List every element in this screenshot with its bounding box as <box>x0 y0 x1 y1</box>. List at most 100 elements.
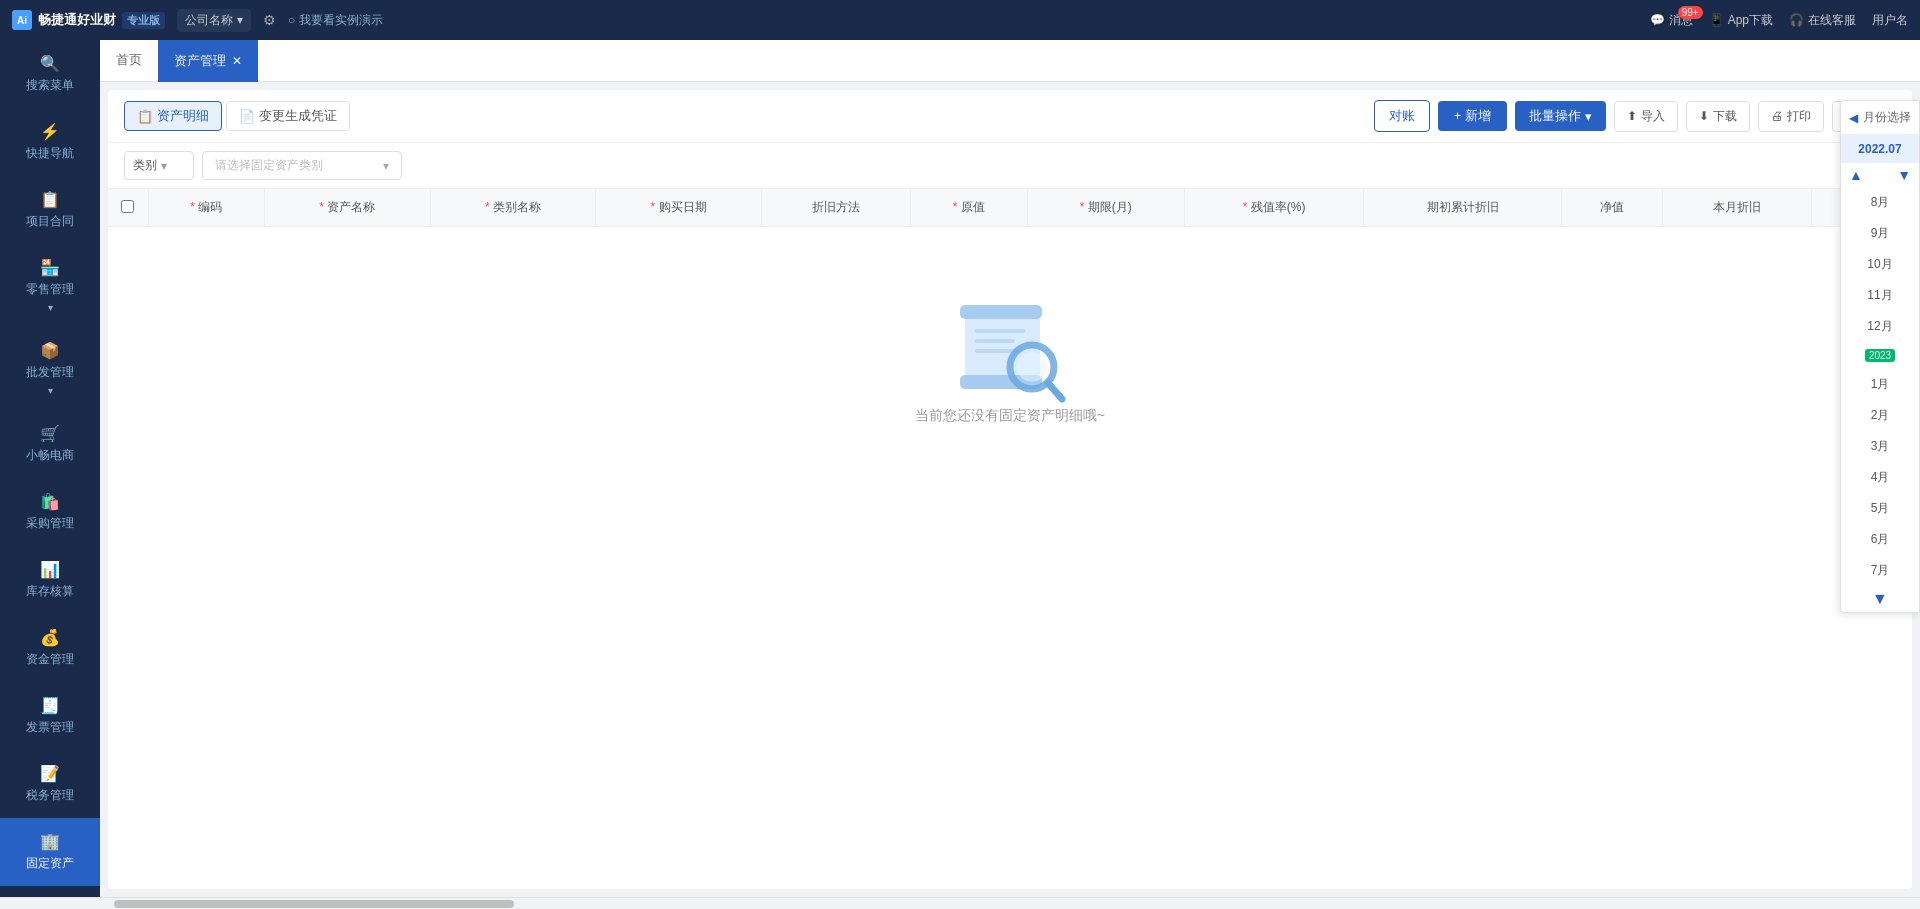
import-icon: ⬆ <box>1627 109 1637 123</box>
page-content: 📋 资产明细 📄 变更生成凭证 对账 + 新增 批量操作 ▾ ⬆ <box>108 90 1912 889</box>
import-button[interactable]: ⬆ 导入 <box>1614 101 1678 132</box>
month-picker-header: ◀ 月份选择 <box>1841 101 1919 135</box>
sidebar-label-quicknav: 快捷导航 <box>26 145 74 162</box>
category-filter[interactable]: 类别 ▾ <box>124 151 194 180</box>
sidebar-item-invoice[interactable]: 🧾 发票管理 <box>0 682 100 750</box>
month-4[interactable]: 4月 <box>1841 462 1919 493</box>
month-current[interactable]: 2022.07 <box>1841 135 1919 163</box>
settings-icon[interactable]: ⚙ <box>263 12 276 28</box>
horizontal-scrollbar[interactable] <box>0 897 1920 909</box>
tab-home[interactable]: 首页 <box>100 40 158 82</box>
scrollbar-thumb[interactable] <box>114 900 514 908</box>
sidebar-item-salary[interactable]: 💵 工资 <box>0 886 100 897</box>
purchase-icon: 🛍️ <box>40 492 60 511</box>
batch-button[interactable]: 批量操作 ▾ <box>1515 101 1606 131</box>
month-9[interactable]: 9月 <box>1841 218 1919 249</box>
finance-icon: 💰 <box>40 628 60 647</box>
sidebar-item-quick-nav[interactable]: ⚡ 快捷导航 <box>0 108 100 176</box>
tab-asset-mgmt[interactable]: 资产管理 ✕ <box>158 40 258 82</box>
month-1[interactable]: 1月 <box>1841 369 1919 400</box>
svg-rect-1 <box>960 305 1042 319</box>
year-badge-2023: 2023 <box>1865 349 1895 362</box>
tab-close-icon[interactable]: ✕ <box>232 54 242 68</box>
month-12[interactable]: 12月 <box>1841 311 1919 342</box>
expand-icon[interactable]: ▼ <box>1872 590 1888 608</box>
fixed-assets-icon: 🏢 <box>40 832 60 851</box>
col-code: * 编码 <box>148 189 265 227</box>
sidebar-item-finance[interactable]: 💰 资金管理 <box>0 614 100 682</box>
filter-placeholder: 请选择固定资产类别 <box>215 157 323 174</box>
sidebar-label-finance: 资金管理 <box>26 651 74 668</box>
sidebar-item-purchase[interactable]: 🛍️ 采购管理 <box>0 478 100 546</box>
month-6[interactable]: 6月 <box>1841 524 1919 555</box>
col-monthly-depreciation: 本月折旧 <box>1662 189 1811 227</box>
category-input[interactable]: 请选择固定资产类别 ▾ <box>202 151 402 180</box>
demo-link[interactable]: ○ 我要看实例演示 <box>288 12 383 29</box>
tab-asset-mgmt-label: 资产管理 <box>174 52 226 70</box>
sub-tabs: 📋 资产明细 📄 变更生成凭证 对账 + 新增 批量操作 ▾ ⬆ <box>108 90 1912 143</box>
headset-icon: 🎧 <box>1789 13 1804 27</box>
sub-tab-asset-detail[interactable]: 📋 资产明细 <box>124 101 222 131</box>
sidebar-label-tax: 税务管理 <box>26 787 74 804</box>
current-month-label: 2022.07 <box>1858 142 1901 156</box>
month-10[interactable]: 10月 <box>1841 249 1919 280</box>
month-year-2023[interactable]: 2023 <box>1841 342 1919 369</box>
select-all-checkbox[interactable] <box>121 200 134 213</box>
edition-badge: 专业版 <box>122 12 165 29</box>
download-icon: ⬇ <box>1699 109 1709 123</box>
sidebar-item-wholesale[interactable]: 📦 批发管理 ▾ <box>0 327 100 410</box>
message-badge: 99+ <box>1678 6 1703 19</box>
empty-illustration <box>950 287 1070 407</box>
empty-text: 当前您还没有固定资产明细哦~ <box>915 407 1105 425</box>
sidebar-item-tax[interactable]: 📝 税务管理 <box>0 750 100 818</box>
print-icon: 🖨 <box>1771 109 1783 123</box>
collapse-icon[interactable]: ◀ <box>1849 111 1858 125</box>
month-3[interactable]: 3月 <box>1841 431 1919 462</box>
col-purchase-date: * 购买日期 <box>596 189 762 227</box>
brand-icon: Ai <box>12 10 32 30</box>
month-picker-nav: ▲ ▼ <box>1841 163 1919 187</box>
sidebar-item-ecommerce[interactable]: 🛒 小畅电商 <box>0 410 100 478</box>
month-7[interactable]: 7月 <box>1841 555 1919 586</box>
next-month-icon[interactable]: ▼ <box>1897 167 1911 183</box>
wholesale-icon: 📦 <box>40 341 60 360</box>
sidebar-item-project[interactable]: 📋 项目合同 <box>0 176 100 244</box>
print-button[interactable]: 🖨 打印 <box>1758 101 1824 132</box>
ecommerce-icon: 🛒 <box>40 424 60 443</box>
month-11[interactable]: 11月 <box>1841 280 1919 311</box>
svg-rect-4 <box>975 339 1015 343</box>
brand-name: 畅捷通好业财 <box>38 11 116 29</box>
chevron-down-icon: ▾ <box>48 385 53 396</box>
sidebar-label-purchase: 采购管理 <box>26 515 74 532</box>
col-accumulated-depreciation: 期初累计折旧 <box>1364 189 1562 227</box>
content-area: 首页 资产管理 ✕ 📋 资产明细 📄 变更生成凭证 对账 <box>100 40 1920 897</box>
svg-point-7 <box>1017 352 1047 382</box>
sidebar-item-retail[interactable]: 🏪 零售管理 ▾ <box>0 244 100 327</box>
col-depreciation-method: 折旧方法 <box>761 189 910 227</box>
month-8[interactable]: 8月 <box>1841 187 1919 218</box>
batch-label: 批量操作 <box>1529 107 1581 125</box>
add-button[interactable]: + 新增 <box>1438 101 1507 131</box>
message-icon: 💬 <box>1650 13 1665 27</box>
prev-month-icon[interactable]: ▲ <box>1849 167 1863 183</box>
inventory-icon: 📊 <box>40 560 60 579</box>
sidebar-item-inventory[interactable]: 📊 库存核算 <box>0 546 100 614</box>
download-button[interactable]: ⬇ 下载 <box>1686 101 1750 132</box>
sub-tab-change-voucher[interactable]: 📄 变更生成凭证 <box>226 101 350 131</box>
tab-bar: 首页 资产管理 ✕ <box>100 40 1920 82</box>
online-service-button[interactable]: 🎧 在线客服 <box>1789 12 1856 29</box>
reconcile-button[interactable]: 对账 <box>1374 100 1430 132</box>
chevron-down-icon: ▾ <box>48 302 53 313</box>
month-5[interactable]: 5月 <box>1841 493 1919 524</box>
demo-icon: ○ <box>288 13 295 27</box>
svg-line-8 <box>1048 383 1062 399</box>
col-asset-name: * 资产名称 <box>265 189 431 227</box>
col-residual-rate: * 残值率(%) <box>1184 189 1363 227</box>
message-button[interactable]: 💬 消息 99+ <box>1650 12 1693 29</box>
company-selector[interactable]: 公司名称 ▾ <box>177 9 251 32</box>
app-download-button[interactable]: 📱 App下载 <box>1709 12 1773 29</box>
sidebar-item-fixed-assets[interactable]: 🏢 固定资产 <box>0 818 100 886</box>
month-2[interactable]: 2月 <box>1841 400 1919 431</box>
month-picker-panel: ◀ 月份选择 2022.07 ▲ ▼ 8月 9月 10月 11月 12月 202… <box>1840 100 1920 613</box>
sidebar-item-search[interactable]: 🔍 搜索菜单 <box>0 40 100 108</box>
